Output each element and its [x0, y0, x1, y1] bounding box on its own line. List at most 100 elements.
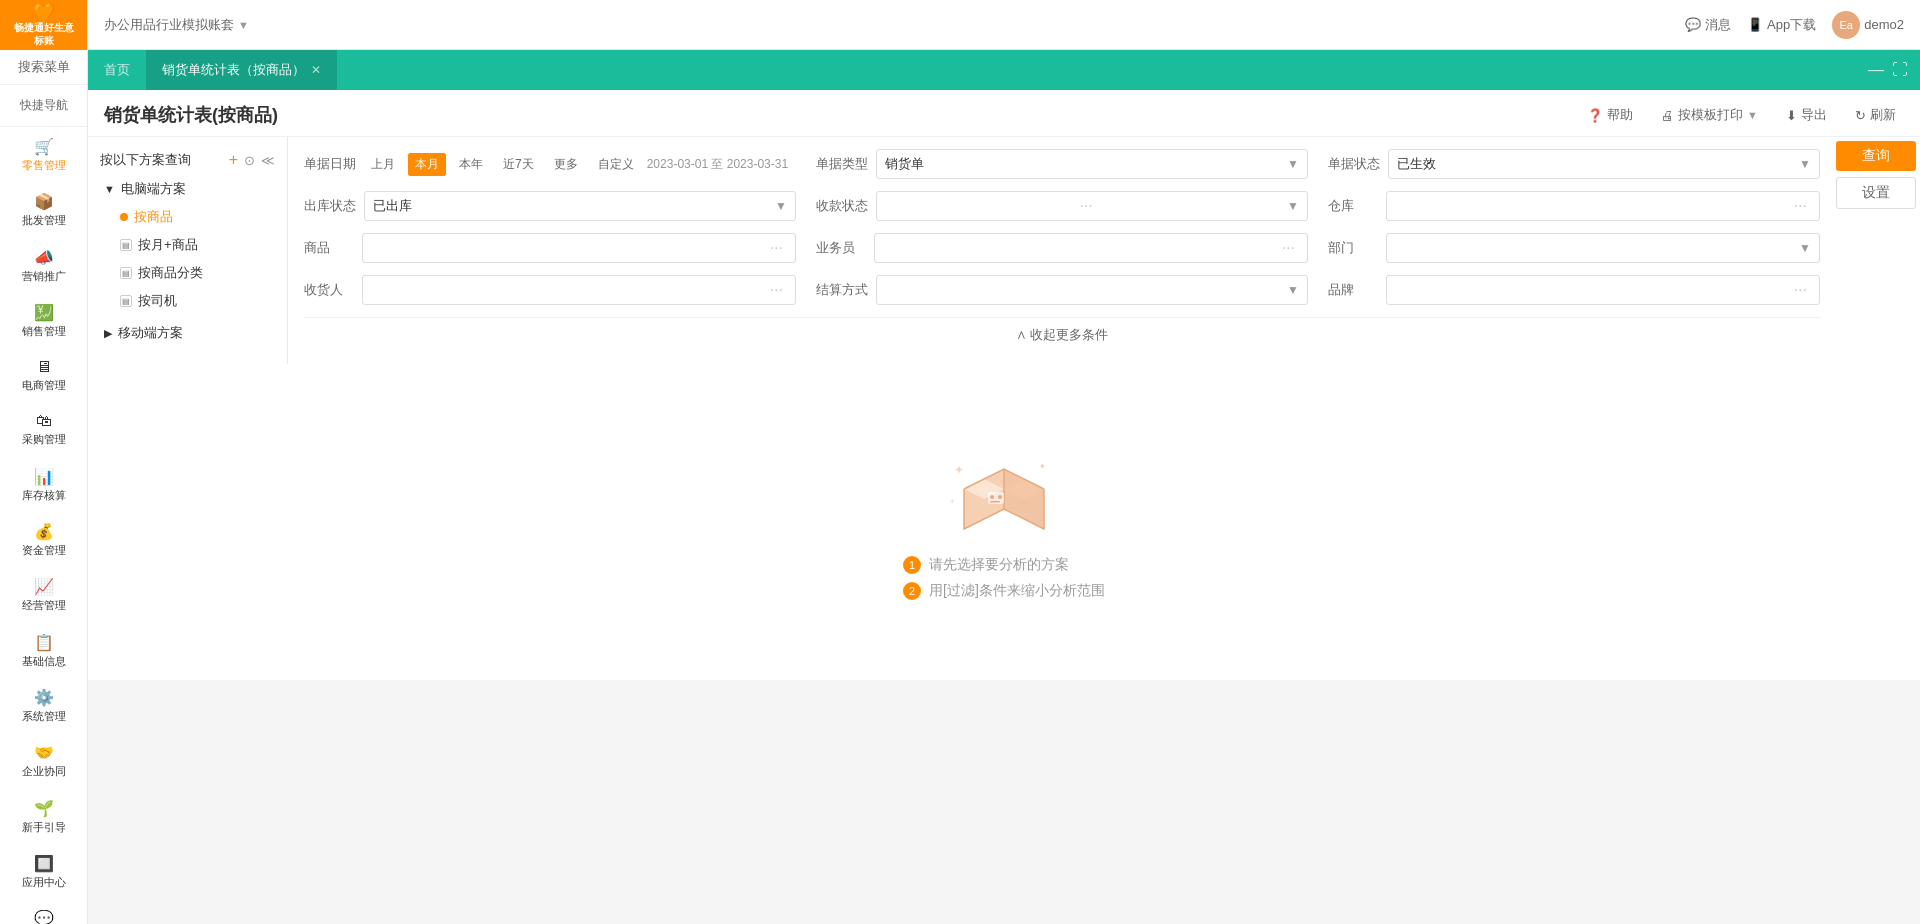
- tab-maximize-btn[interactable]: ⛶: [1892, 61, 1908, 79]
- product-dots[interactable]: ···: [766, 239, 787, 257]
- help-btn[interactable]: ❓ 帮助: [1579, 102, 1641, 128]
- date-btn-7days[interactable]: 近7天: [496, 153, 541, 176]
- sidebar-item-wholesale[interactable]: 📦 批发管理: [0, 182, 87, 237]
- out-status-chevron: ▼: [775, 199, 787, 213]
- tree-mobile-section[interactable]: ▶ 移动端方案: [96, 319, 279, 347]
- settlement-control[interactable]: ▼: [876, 275, 1308, 305]
- panel-title: 按以下方案查询: [100, 151, 191, 169]
- quick-nav[interactable]: 快捷导航: [0, 85, 87, 127]
- salesperson-label: 业务员: [816, 239, 866, 257]
- date-label: 单据日期: [304, 155, 356, 173]
- sidebar-item-basic[interactable]: 📋 基础信息: [0, 623, 87, 678]
- panel-tree: ▼ 电脑端方案 按商品 ▤ 按月+商品: [88, 175, 287, 347]
- tree-item-icon: ▤: [120, 239, 132, 251]
- sidebar-item-apps[interactable]: 🔲 应用中心: [0, 844, 87, 899]
- empty-text: 1 请先选择要分析的方案 2 用[过滤]条件来缩小分析范围: [903, 556, 1105, 600]
- date-btn-custom[interactable]: 自定义: [591, 153, 641, 176]
- collapse-panel-btn[interactable]: ≪: [261, 153, 275, 168]
- date-btn-year[interactable]: 本年: [452, 153, 490, 176]
- username: demo2: [1864, 17, 1904, 32]
- sidebar-item-sales[interactable]: 💹 销售管理: [0, 293, 87, 348]
- filter-receive-status: 收款状态 ··· ▼: [816, 191, 1308, 221]
- tree-item-by-product[interactable]: 按商品: [112, 203, 279, 231]
- avatar: Ea: [1832, 11, 1860, 39]
- salesperson-dots[interactable]: ···: [1278, 239, 1299, 257]
- left-panel: 按以下方案查询 + ⊙ ≪ ▼ 电脑端方案: [88, 137, 288, 364]
- collapse-label: ∧ 收起更多条件: [1016, 327, 1109, 342]
- recipient-dots[interactable]: ···: [766, 281, 787, 299]
- sidebar-item-marketing[interactable]: 📣 营销推广: [0, 238, 87, 293]
- filter-warehouse: 仓库 ···: [1328, 191, 1820, 221]
- warehouse-dots[interactable]: ···: [1790, 197, 1811, 215]
- tabbar: 首页 销货单统计表（按商品） ✕ — ⛶: [88, 50, 1920, 90]
- collapse-bar[interactable]: ∧ 收起更多条件: [304, 317, 1820, 352]
- receive-status-control[interactable]: ··· ▼: [876, 191, 1308, 221]
- tab-sales-stat[interactable]: 销货单统计表（按商品） ✕: [146, 50, 337, 90]
- setting-btn[interactable]: 设置: [1836, 177, 1916, 209]
- filter-out-status: 出库状态 已出库 ▼: [304, 191, 796, 221]
- product-control[interactable]: ···: [362, 233, 796, 263]
- date-btn-prev-month[interactable]: 上月: [364, 153, 402, 176]
- settlement-chevron: ▼: [1287, 283, 1299, 297]
- filter-brand: 品牌 ···: [1328, 275, 1820, 305]
- sidebar-item-guide[interactable]: 🌱 新手引导: [0, 789, 87, 844]
- tab-close-btn[interactable]: ✕: [311, 63, 321, 77]
- tab-minimize-btn[interactable]: —: [1868, 61, 1884, 79]
- salesperson-control[interactable]: ···: [874, 233, 1308, 263]
- warehouse-control[interactable]: ···: [1386, 191, 1820, 221]
- panel-header: 按以下方案查询 + ⊙ ≪: [88, 145, 287, 175]
- tree-item-by-category[interactable]: ▤ 按商品分类: [112, 259, 279, 287]
- sidebar-item-wechat[interactable]: 💬 企业微信: [0, 899, 87, 924]
- sidebar-item-system[interactable]: ⚙️ 系统管理: [0, 678, 87, 733]
- tree-active-indicator: [120, 213, 128, 221]
- add-scheme-btn[interactable]: +: [229, 151, 238, 169]
- edit-scheme-btn[interactable]: ⊙: [244, 153, 255, 168]
- tree-item-by-month-product[interactable]: ▤ 按月+商品: [112, 231, 279, 259]
- tab-home[interactable]: 首页: [88, 50, 146, 90]
- recipient-control[interactable]: ···: [362, 275, 796, 305]
- sidebar: 🧡 畅捷通好生意 标账 搜索菜单 快捷导航 🛒 零售管理 📦 批发管理 📣 营销…: [0, 0, 88, 924]
- main-area: 办公用品行业模拟账套 ▼ 💬 消息 📱 App下载 Ea demo2 首页: [88, 0, 1920, 924]
- messages-btn[interactable]: 💬 消息: [1685, 16, 1731, 34]
- app-download-btn[interactable]: 📱 App下载: [1747, 16, 1816, 34]
- filter-content: 单据日期 上月 本月 本年 近7天 更多 自定义 2023-03-01 至 20…: [288, 137, 1920, 364]
- sidebar-item-inventory[interactable]: 📊 库存核算: [0, 457, 87, 512]
- doc-status-control[interactable]: 已生效 ▼: [1388, 149, 1820, 179]
- doc-type-control[interactable]: 销货单 ▼: [876, 149, 1308, 179]
- refresh-label: 刷新: [1870, 106, 1896, 124]
- brand-control[interactable]: ···: [1386, 275, 1820, 305]
- sidebar-item-ecommerce[interactable]: 🖥 电商管理: [0, 348, 87, 402]
- print-btn[interactable]: 🖨 按模板打印 ▼: [1653, 102, 1766, 128]
- query-btn[interactable]: 查询: [1836, 141, 1916, 171]
- tab-sales-stat-label: 销货单统计表（按商品）: [162, 61, 305, 79]
- search-menu[interactable]: 搜索菜单: [0, 50, 87, 85]
- sidebar-item-finance[interactable]: 💰 资金管理: [0, 512, 87, 567]
- quick-nav-label[interactable]: 快捷导航: [0, 91, 87, 120]
- sidebar-item-retail[interactable]: 🛒 零售管理: [0, 127, 87, 182]
- refresh-btn[interactable]: ↻ 刷新: [1847, 102, 1904, 128]
- sidebar-item-operations[interactable]: 📈 经营管理: [0, 567, 87, 622]
- tree-item-by-cashier[interactable]: ▤ 按司机: [112, 287, 279, 315]
- out-status-label: 出库状态: [304, 197, 356, 215]
- date-btn-more[interactable]: 更多: [547, 153, 585, 176]
- export-btn[interactable]: ⬇ 导出: [1778, 102, 1835, 128]
- tree-pc-section[interactable]: ▼ 电脑端方案: [96, 175, 279, 203]
- filter-settlement: 结算方式 ▼: [816, 275, 1308, 305]
- department-control[interactable]: ▼: [1386, 233, 1820, 263]
- download-icon: 📱: [1747, 17, 1763, 32]
- doc-type-label: 单据类型: [816, 155, 868, 173]
- workspace-selector[interactable]: 办公用品行业模拟账套 ▼: [104, 16, 249, 34]
- out-status-value: 已出库: [373, 197, 412, 215]
- date-btn-current-month[interactable]: 本月: [408, 153, 446, 176]
- filter-doc-status: 单据状态 已生效 ▼: [1328, 149, 1820, 179]
- filter-salesperson: 业务员 ···: [816, 233, 1308, 263]
- empty-hint-2: 2 用[过滤]条件来缩小分析范围: [903, 582, 1105, 600]
- user-avatar-area[interactable]: Ea demo2: [1832, 11, 1904, 39]
- brand-dots[interactable]: ···: [1790, 281, 1811, 299]
- sidebar-item-cooperation[interactable]: 🤝 企业协同: [0, 733, 87, 788]
- out-status-control[interactable]: 已出库 ▼: [364, 191, 796, 221]
- receive-status-dots[interactable]: ···: [1075, 197, 1096, 215]
- tree-item-label: 按商品分类: [138, 264, 203, 282]
- filter-area: 按以下方案查询 + ⊙ ≪ ▼ 电脑端方案: [88, 137, 1920, 364]
- sidebar-item-purchase[interactable]: 🛍 采购管理: [0, 402, 87, 456]
